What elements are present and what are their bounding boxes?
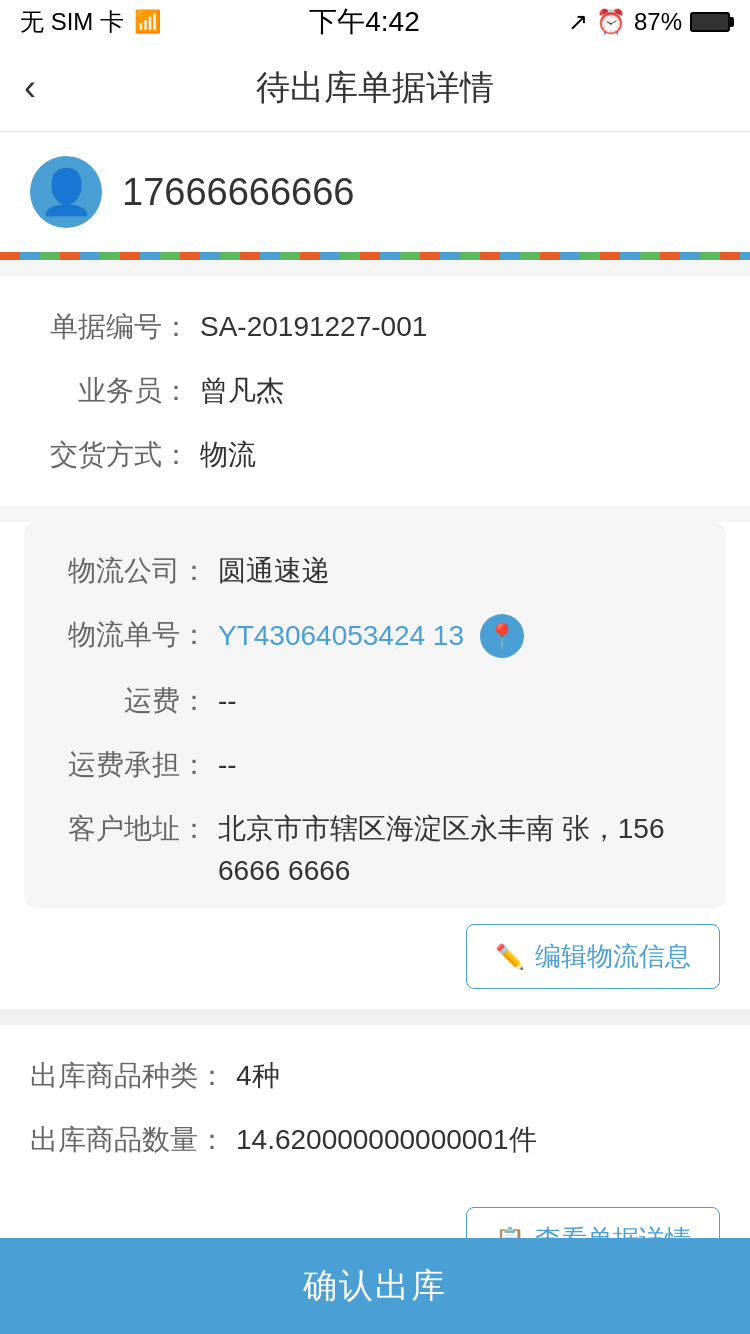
goods-types-value: 4种 <box>226 1055 720 1097</box>
goods-types-label: 出库商品种类： <box>30 1055 226 1097</box>
status-left: 无 SIM 卡 📶 <box>20 6 161 38</box>
carrier-label: 无 SIM 卡 <box>20 6 124 38</box>
status-time: 下午4:42 <box>309 3 420 41</box>
battery-icon <box>690 12 730 32</box>
logistics-card: 物流公司： 圆通速递 物流单号： YT43064053424 13 📍 运费： … <box>24 522 726 908</box>
location-icon[interactable]: 📍 <box>480 614 524 658</box>
address-value: 北京市市辖区海淀区永丰南 张，156 6666 6666 <box>208 808 702 892</box>
goods-quantity-row: 出库商品数量： 14.620000000000001件 <box>30 1119 720 1161</box>
confirm-button[interactable]: 确认出库 <box>0 1238 750 1334</box>
delivery-method-label: 交货方式： <box>30 434 190 476</box>
page-title: 待出库单据详情 <box>256 65 494 111</box>
avatar-icon: 👤 <box>39 166 94 218</box>
logistics-company-row: 物流公司： 圆通速递 <box>48 550 702 592</box>
back-button[interactable]: ‹ <box>24 67 36 109</box>
sales-person-label: 业务员： <box>30 370 190 412</box>
freight-bearer-row: 运费承担： -- <box>48 744 702 786</box>
alarm-icon: ⏰ <box>596 8 626 36</box>
order-no-value: SA-20191227-001 <box>190 306 720 348</box>
freight-label: 运费： <box>48 680 208 722</box>
tracking-no-row: 物流单号： YT43064053424 13 📍 <box>48 614 702 658</box>
tracking-no-value: YT43064053424 13 <box>208 615 464 657</box>
edit-icon: ✏️ <box>495 943 525 971</box>
customer-header: 👤 17666666666 <box>0 132 750 252</box>
logistics-section: 物流公司： 圆通速递 物流单号： YT43064053424 13 📍 运费： … <box>0 522 750 1009</box>
goods-section: 出库商品种类： 4种 出库商品数量： 14.620000000000001件 <box>0 1025 750 1191</box>
freight-value: -- <box>208 680 702 722</box>
logistics-company-label: 物流公司： <box>48 550 208 592</box>
sales-person-row: 业务员： 曾凡杰 <box>30 370 720 412</box>
order-info-section: 单据编号： SA-20191227-001 业务员： 曾凡杰 交货方式： 物流 <box>0 276 750 506</box>
confirm-button-wrapper: 确认出库 <box>0 1238 750 1334</box>
edit-logistics-button[interactable]: ✏️ 编辑物流信息 <box>466 924 720 989</box>
freight-row: 运费： -- <box>48 680 702 722</box>
order-no-label: 单据编号： <box>30 306 190 348</box>
customer-phone: 17666666666 <box>122 171 354 214</box>
nav-bar: ‹ 待出库单据详情 <box>0 44 750 132</box>
delivery-method-value: 物流 <box>190 434 720 476</box>
goods-types-row: 出库商品种类： 4种 <box>30 1055 720 1097</box>
address-label: 客户地址： <box>48 808 208 850</box>
freight-bearer-label: 运费承担： <box>48 744 208 786</box>
dashed-divider <box>0 252 750 260</box>
order-no-row: 单据编号： SA-20191227-001 <box>30 306 720 348</box>
location-service-icon: ↗ <box>568 8 588 36</box>
edit-logistics-row: ✏️ 编辑物流信息 <box>0 908 750 1009</box>
delivery-method-row: 交货方式： 物流 <box>30 434 720 476</box>
status-right: ↗ ⏰ 87% <box>568 8 730 36</box>
tracking-no-label: 物流单号： <box>48 614 208 656</box>
status-bar: 无 SIM 卡 📶 下午4:42 ↗ ⏰ 87% <box>0 0 750 44</box>
wifi-icon: 📶 <box>134 9 161 35</box>
address-row: 客户地址： 北京市市辖区海淀区永丰南 张，156 6666 6666 <box>48 808 702 892</box>
battery-label: 87% <box>634 8 682 36</box>
gray-divider <box>0 1009 750 1025</box>
freight-bearer-value: -- <box>208 744 702 786</box>
logistics-company-value: 圆通速递 <box>208 550 702 592</box>
sales-person-value: 曾凡杰 <box>190 370 720 412</box>
tracking-row: YT43064053424 13 📍 <box>208 614 524 658</box>
avatar: 👤 <box>30 156 102 228</box>
edit-logistics-label: 编辑物流信息 <box>535 939 691 974</box>
goods-quantity-value: 14.620000000000001件 <box>226 1119 720 1161</box>
goods-quantity-label: 出库商品数量： <box>30 1119 226 1161</box>
